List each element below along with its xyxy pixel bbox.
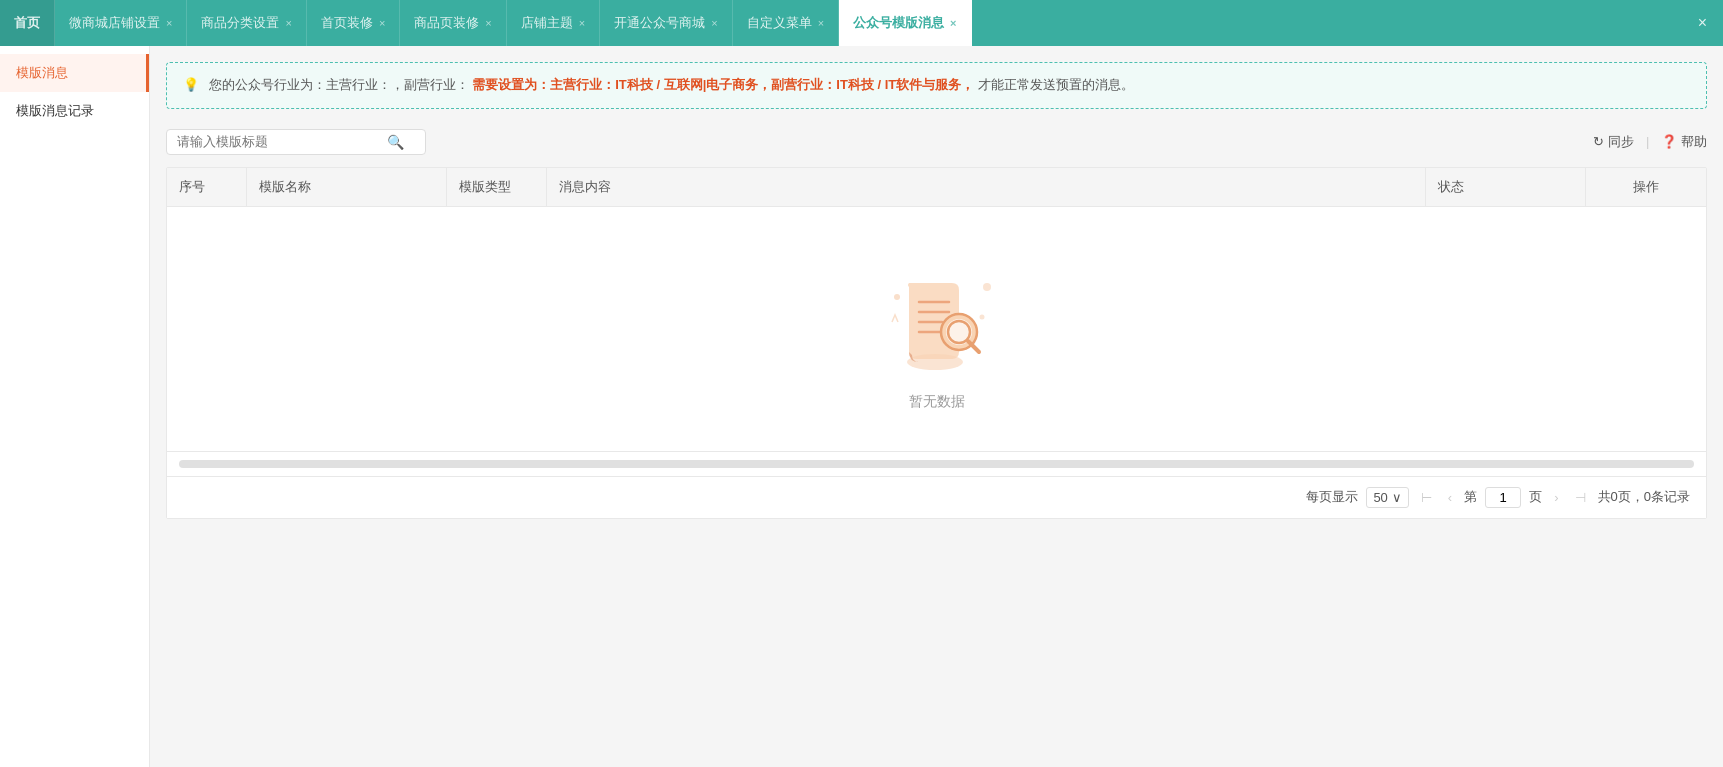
data-table: 序号 模版名称 模版类型 消息内容 状态 操作: [166, 167, 1707, 519]
sidebar-item-template-record[interactable]: 模版消息记录: [0, 92, 149, 130]
sync-button[interactable]: ↻ 同步: [1593, 133, 1634, 151]
page-size-select[interactable]: 50 ∨: [1366, 487, 1408, 508]
nav-tab-label-open-store: 开通公众号商城: [614, 14, 705, 32]
chevron-down-icon: ∨: [1392, 490, 1402, 505]
search-icon[interactable]: 🔍: [387, 134, 404, 150]
scrollbar-track[interactable]: [179, 460, 1694, 468]
table-header: 序号 模版名称 模版类型 消息内容 状态 操作: [167, 168, 1706, 207]
nav-tab-home-decoration[interactable]: 首页装修 ×: [307, 0, 400, 46]
nav-tab-category-settings[interactable]: 商品分类设置 ×: [187, 0, 306, 46]
page-number-input[interactable]: [1485, 487, 1521, 508]
sidebar-item-template-msg[interactable]: 模版消息: [0, 54, 149, 92]
nav-tab-close-store-theme[interactable]: ×: [579, 17, 585, 29]
first-page-button[interactable]: ⊢: [1417, 488, 1436, 507]
nav-tab-label-home-decoration: 首页装修: [321, 14, 373, 32]
nav-tab-product-decoration[interactable]: 商品页装修 ×: [400, 0, 506, 46]
help-label: 帮助: [1681, 134, 1707, 149]
empty-illustration: [877, 267, 997, 377]
help-icon: ❓: [1661, 134, 1677, 149]
col-seq-header: 序号: [167, 168, 247, 206]
nav-tab-store-theme[interactable]: 店铺主题 ×: [507, 0, 600, 46]
nav-tab-close-custom-menu[interactable]: ×: [818, 17, 824, 29]
banner-highlight: 需要设置为：主营行业：IT科技 / 互联网|电子商务，副营行业：IT科技 / I…: [472, 77, 974, 92]
search-input[interactable]: [177, 134, 387, 149]
nav-tab-close-shop-settings[interactable]: ×: [166, 17, 172, 29]
horizontal-scrollbar[interactable]: [167, 451, 1706, 476]
banner-prefix: 您的公众号行业为：主营行业：，副营行业：: [209, 77, 469, 92]
col-status-header: 状态: [1426, 168, 1586, 206]
nav-tab-template-msg[interactable]: 公众号模版消息 ×: [839, 0, 971, 46]
main-layout: 模版消息模版消息记录 💡 您的公众号行业为：主营行业：，副营行业： 需要设置为：…: [0, 46, 1723, 767]
close-all-button[interactable]: ×: [1682, 14, 1723, 32]
col-name-header: 模版名称: [247, 168, 447, 206]
nav-tab-label-custom-menu: 自定义菜单: [747, 14, 812, 32]
nav-tab-close-home-decoration[interactable]: ×: [379, 17, 385, 29]
nav-tab-shop-settings[interactable]: 微商城店铺设置 ×: [55, 0, 187, 46]
top-navigation: 首页微商城店铺设置×商品分类设置×首页装修×商品页装修×店铺主题×开通公众号商城…: [0, 0, 1723, 46]
search-actions: ↻ 同步 | ❓ 帮助: [1593, 133, 1707, 151]
nav-tab-label-home: 首页: [14, 14, 40, 32]
pagination: 每页显示 50 ∨ ⊢ ‹ 第 页 › ⊣ 共0页，0条记录: [167, 476, 1706, 518]
nav-tab-label-category-settings: 商品分类设置: [201, 14, 279, 32]
svg-point-9: [894, 294, 900, 300]
nav-tab-label-product-decoration: 商品页装修: [414, 14, 479, 32]
empty-text: 暂无数据: [909, 393, 965, 411]
last-page-button[interactable]: ⊣: [1571, 488, 1590, 507]
svg-point-10: [983, 283, 991, 291]
page-size-value: 50: [1373, 490, 1387, 505]
page-prefix: 第: [1464, 488, 1477, 506]
lightbulb-icon: 💡: [183, 77, 199, 92]
content-area: 💡 您的公众号行业为：主营行业：，副营行业： 需要设置为：主营行业：IT科技 /…: [150, 46, 1723, 767]
search-input-wrap: 🔍: [166, 129, 426, 155]
prev-page-button[interactable]: ‹: [1444, 488, 1456, 507]
nav-tab-custom-menu[interactable]: 自定义菜单 ×: [733, 0, 839, 46]
page-suffix: 页: [1529, 488, 1542, 506]
nav-tab-close-open-store[interactable]: ×: [711, 17, 717, 29]
nav-tab-close-category-settings[interactable]: ×: [285, 17, 291, 29]
info-banner: 💡 您的公众号行业为：主营行业：，副营行业： 需要设置为：主营行业：IT科技 /…: [166, 62, 1707, 109]
nav-tab-label-store-theme: 店铺主题: [521, 14, 573, 32]
banner-suffix: 才能正常发送预置的消息。: [978, 77, 1134, 92]
nav-tab-close-template-msg[interactable]: ×: [950, 17, 956, 29]
page-size-label: 每页显示: [1306, 488, 1358, 506]
sync-icon: ↻: [1593, 134, 1604, 149]
nav-tab-label-shop-settings: 微商城店铺设置: [69, 14, 160, 32]
nav-tab-open-store[interactable]: 开通公众号商城 ×: [600, 0, 732, 46]
action-divider: |: [1646, 134, 1649, 149]
svg-point-11: [979, 314, 984, 319]
col-content-header: 消息内容: [547, 168, 1426, 206]
sync-label: 同步: [1608, 134, 1634, 149]
pagination-summary: 共0页，0条记录: [1598, 488, 1690, 506]
nav-tab-label-template-msg: 公众号模版消息: [853, 14, 944, 32]
empty-state: 暂无数据: [167, 207, 1706, 451]
help-button[interactable]: ❓ 帮助: [1661, 133, 1707, 151]
nav-tab-close-product-decoration[interactable]: ×: [485, 17, 491, 29]
next-page-button[interactable]: ›: [1550, 488, 1562, 507]
nav-tab-home[interactable]: 首页: [0, 0, 55, 46]
col-type-header: 模版类型: [447, 168, 547, 206]
sidebar: 模版消息模版消息记录: [0, 46, 150, 767]
search-bar: 🔍 ↻ 同步 | ❓ 帮助: [166, 129, 1707, 155]
col-action-header: 操作: [1586, 168, 1706, 206]
